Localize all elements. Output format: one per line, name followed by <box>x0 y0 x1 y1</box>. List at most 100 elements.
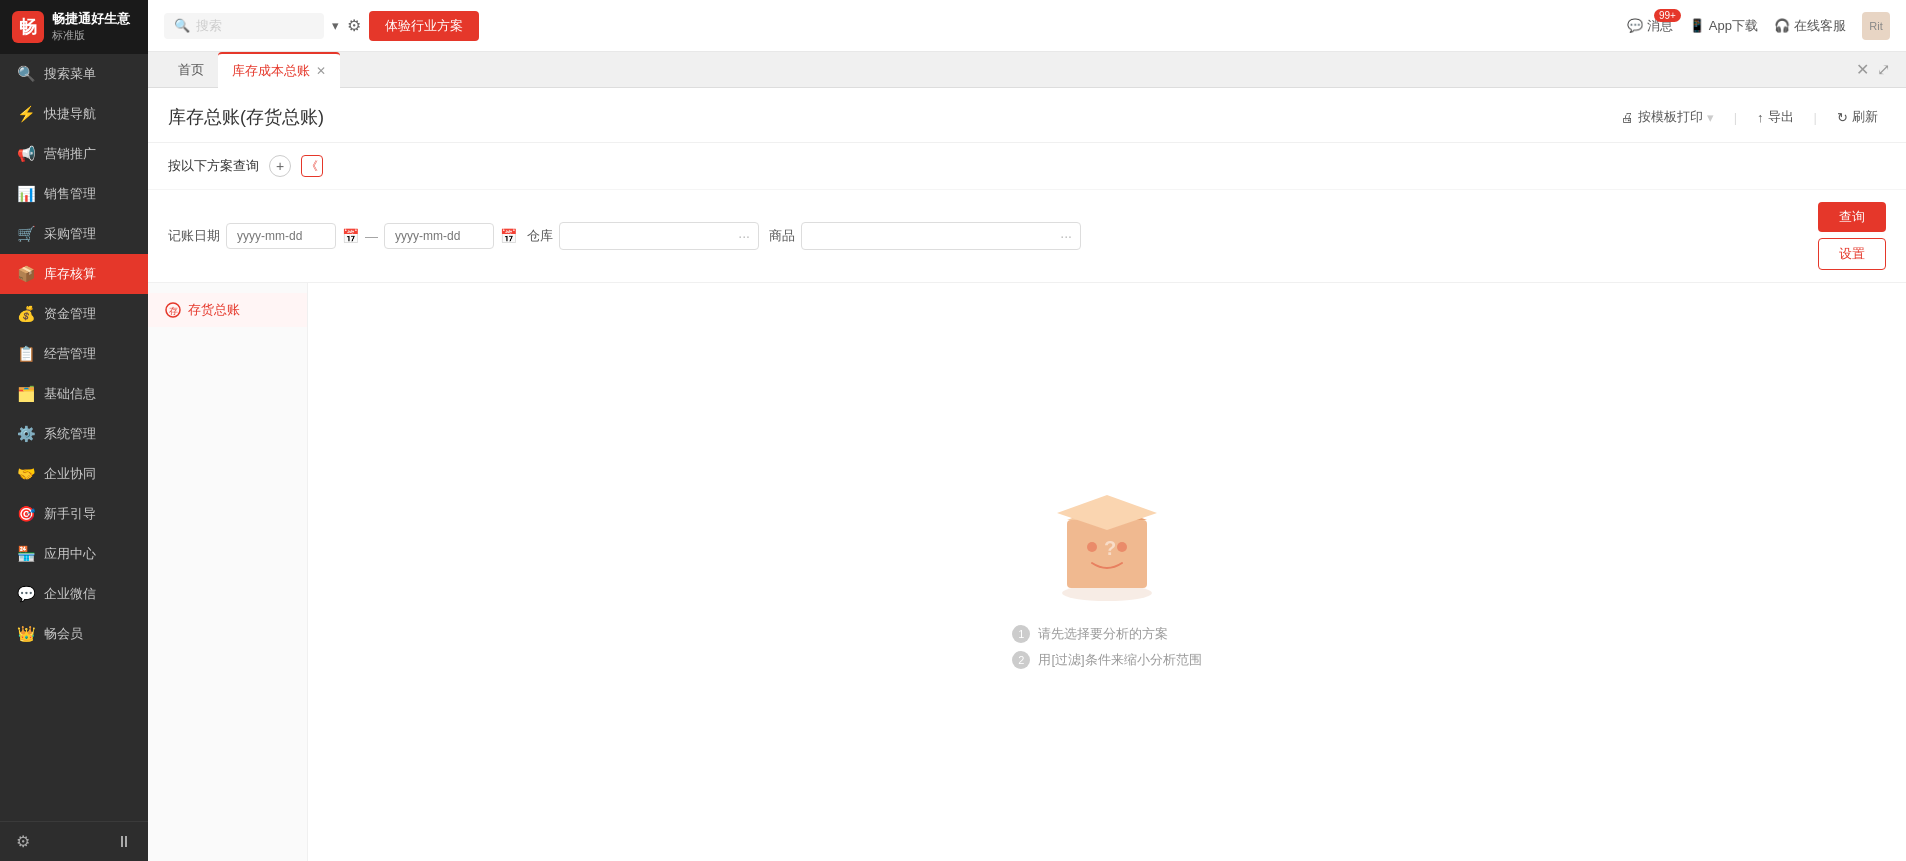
sidebar-item-purchase[interactable]: 🛒 采购管理 <box>0 214 148 254</box>
content-area: 存 存货总账 <box>148 283 1906 861</box>
form-action-buttons: 查询 设置 <box>1818 202 1886 270</box>
page-content: 库存总账(存货总账) 🖨 按模板打印 ▾ | ↑ 导出 | ↻ 刷新 <box>148 88 1906 861</box>
sidebar-label-shortcut: 快捷导航 <box>44 105 96 123</box>
scheme-sidebar: 存 存货总账 <box>148 283 308 861</box>
tab-home[interactable]: 首页 <box>164 52 218 88</box>
sidebar-label-search: 搜索菜单 <box>44 65 96 83</box>
industry-btn[interactable]: 体验行业方案 <box>369 11 479 41</box>
sidebar-label-purchase: 采购管理 <box>44 225 96 243</box>
warehouse-more-icon: ··· <box>738 228 750 244</box>
scheme-icon: 存 <box>164 301 182 319</box>
goods-more-icon: ··· <box>1060 228 1072 244</box>
sidebar-icon-operation: 📋 <box>16 344 36 364</box>
empty-svg: ? <box>1037 475 1177 605</box>
main-area: 🔍 搜索 ▾ ⚙ 体验行业方案 💬 消息 99+ 📱 App下载 🎧 在线客服 <box>148 0 1906 861</box>
export-icon: ↑ <box>1757 110 1764 125</box>
search-placeholder-text: 搜索 <box>196 17 222 35</box>
sidebar-label-member: 畅会员 <box>44 625 83 643</box>
svg-point-8 <box>1117 542 1127 552</box>
goods-select[interactable]: ··· <box>801 222 1081 250</box>
export-btn[interactable]: ↑ 导出 <box>1749 104 1802 130</box>
settings-btn[interactable]: 设置 <box>1818 238 1886 270</box>
user-name: Rit <box>1869 20 1882 32</box>
tab-close-panel-icon[interactable]: ✕ <box>1856 60 1869 79</box>
sidebar-label-basic: 基础信息 <box>44 385 96 403</box>
user-avatar-item[interactable]: Rit <box>1862 12 1890 40</box>
settings-footer-icon[interactable]: ⚙ <box>16 832 30 851</box>
sidebar-icon-inventory: 📦 <box>16 264 36 284</box>
tip-text-1: 请先选择要分析的方案 <box>1038 625 1168 643</box>
message-icon: 💬 <box>1627 18 1643 33</box>
sidebar-icon-sales: 📊 <box>16 184 36 204</box>
date-separator: — <box>365 229 378 244</box>
sidebar-item-marketing[interactable]: 📢 营销推广 <box>0 134 148 174</box>
empty-tip-1: 1 请先选择要分析的方案 <box>1012 625 1201 643</box>
calendar-start-icon[interactable]: 📅 <box>342 228 359 244</box>
sidebar-label-appstore: 应用中心 <box>44 545 96 563</box>
sidebar-footer: ⚙ ⏸ <box>0 821 148 861</box>
tab-inventory-cost[interactable]: 库存成本总账 ✕ <box>218 52 340 88</box>
message-item[interactable]: 💬 消息 99+ <box>1627 17 1673 35</box>
search-btn[interactable]: 查询 <box>1818 202 1886 232</box>
sidebar-item-sales[interactable]: 📊 销售管理 <box>0 174 148 214</box>
calendar-end-icon[interactable]: 📅 <box>500 228 517 244</box>
scheme-inventory-ledger[interactable]: 存 存货总账 <box>148 293 307 327</box>
tip-num-2: 2 <box>1012 651 1030 669</box>
sidebar-icon-shortcut: ⚡ <box>16 104 36 124</box>
filter-add-btn[interactable]: + <box>269 155 291 177</box>
date-start-input[interactable] <box>226 223 336 249</box>
svg-point-7 <box>1087 542 1097 552</box>
sidebar-item-operation[interactable]: 📋 经营管理 <box>0 334 148 374</box>
sidebar-item-guide[interactable]: 🎯 新手引导 <box>0 494 148 534</box>
sidebar-icon-search: 🔍 <box>16 64 36 84</box>
refresh-icon: ↻ <box>1837 110 1848 125</box>
search-icon: 🔍 <box>174 18 190 33</box>
refresh-btn[interactable]: ↻ 刷新 <box>1829 104 1886 130</box>
action-divider-2: | <box>1814 110 1817 125</box>
sidebar-item-inventory[interactable]: 📦 库存核算 <box>0 254 148 294</box>
tip-text-2: 用[过滤]条件来缩小分析范围 <box>1038 651 1201 669</box>
topbar-gear-icon[interactable]: ⚙ <box>347 16 361 35</box>
topbar-search-box[interactable]: 🔍 搜索 <box>164 13 324 39</box>
brand-name: 畅捷通好生意 <box>52 10 130 28</box>
warehouse-select[interactable]: ··· <box>559 222 759 250</box>
headset-icon: 🎧 <box>1774 18 1790 33</box>
sidebar-label-sales: 销售管理 <box>44 185 96 203</box>
sidebar-label-marketing: 营销推广 <box>44 145 96 163</box>
warehouse-filter-group: 仓库 ··· <box>527 222 759 250</box>
sidebar-item-basic[interactable]: 🗂️ 基础信息 <box>0 374 148 414</box>
sidebar-logo: 畅 畅捷通好生意 标准版 <box>0 0 148 54</box>
empty-illustration: ? <box>1037 475 1177 605</box>
tab-expand-icon[interactable]: ⤢ <box>1877 60 1890 79</box>
sidebar-item-appstore[interactable]: 🏪 应用中心 <box>0 534 148 574</box>
online-support-label: 在线客服 <box>1794 17 1846 35</box>
sidebar-label-finance: 资金管理 <box>44 305 96 323</box>
sidebar-item-wecom[interactable]: 💬 企业微信 <box>0 574 148 614</box>
sidebar-icon-member: 👑 <box>16 624 36 644</box>
print-template-btn[interactable]: 🖨 按模板打印 ▾ <box>1613 104 1722 130</box>
online-support-item[interactable]: 🎧 在线客服 <box>1774 17 1846 35</box>
sidebar-item-finance[interactable]: 💰 资金管理 <box>0 294 148 334</box>
filter-collapse-btn[interactable]: 《 <box>301 155 323 177</box>
tab-close-icon[interactable]: ✕ <box>316 64 326 78</box>
topbar-dropdown-icon[interactable]: ▾ <box>332 18 339 33</box>
page-header-actions: 🖨 按模板打印 ▾ | ↑ 导出 | ↻ 刷新 <box>1613 104 1886 130</box>
date-end-input[interactable] <box>384 223 494 249</box>
action-divider-1: | <box>1734 110 1737 125</box>
date-label: 记账日期 <box>168 227 220 245</box>
sidebar: 畅 畅捷通好生意 标准版 🔍 搜索菜单 ⚡ 快捷导航 📢 营销推广 📊 销售管理… <box>0 0 148 861</box>
sidebar-label-inventory: 库存核算 <box>44 265 96 283</box>
tabbar: 首页 库存成本总账 ✕ ✕ ⤢ <box>148 52 1906 88</box>
empty-tip-2: 2 用[过滤]条件来缩小分析范围 <box>1012 651 1201 669</box>
sidebar-item-shortcut[interactable]: ⚡ 快捷导航 <box>0 94 148 134</box>
app-download-item[interactable]: 📱 App下载 <box>1689 17 1758 35</box>
goods-filter-group: 商品 ··· <box>769 222 1081 250</box>
sidebar-item-system[interactable]: ⚙️ 系统管理 <box>0 414 148 454</box>
print-dropdown-icon: ▾ <box>1707 110 1714 125</box>
sidebar-item-coop[interactable]: 🤝 企业协同 <box>0 454 148 494</box>
sidebar-item-member[interactable]: 👑 畅会员 <box>0 614 148 654</box>
audio-footer-icon[interactable]: ⏸ <box>116 833 132 851</box>
svg-text:存: 存 <box>169 306 178 316</box>
sidebar-item-search[interactable]: 🔍 搜索菜单 <box>0 54 148 94</box>
sidebar-label-operation: 经营管理 <box>44 345 96 363</box>
